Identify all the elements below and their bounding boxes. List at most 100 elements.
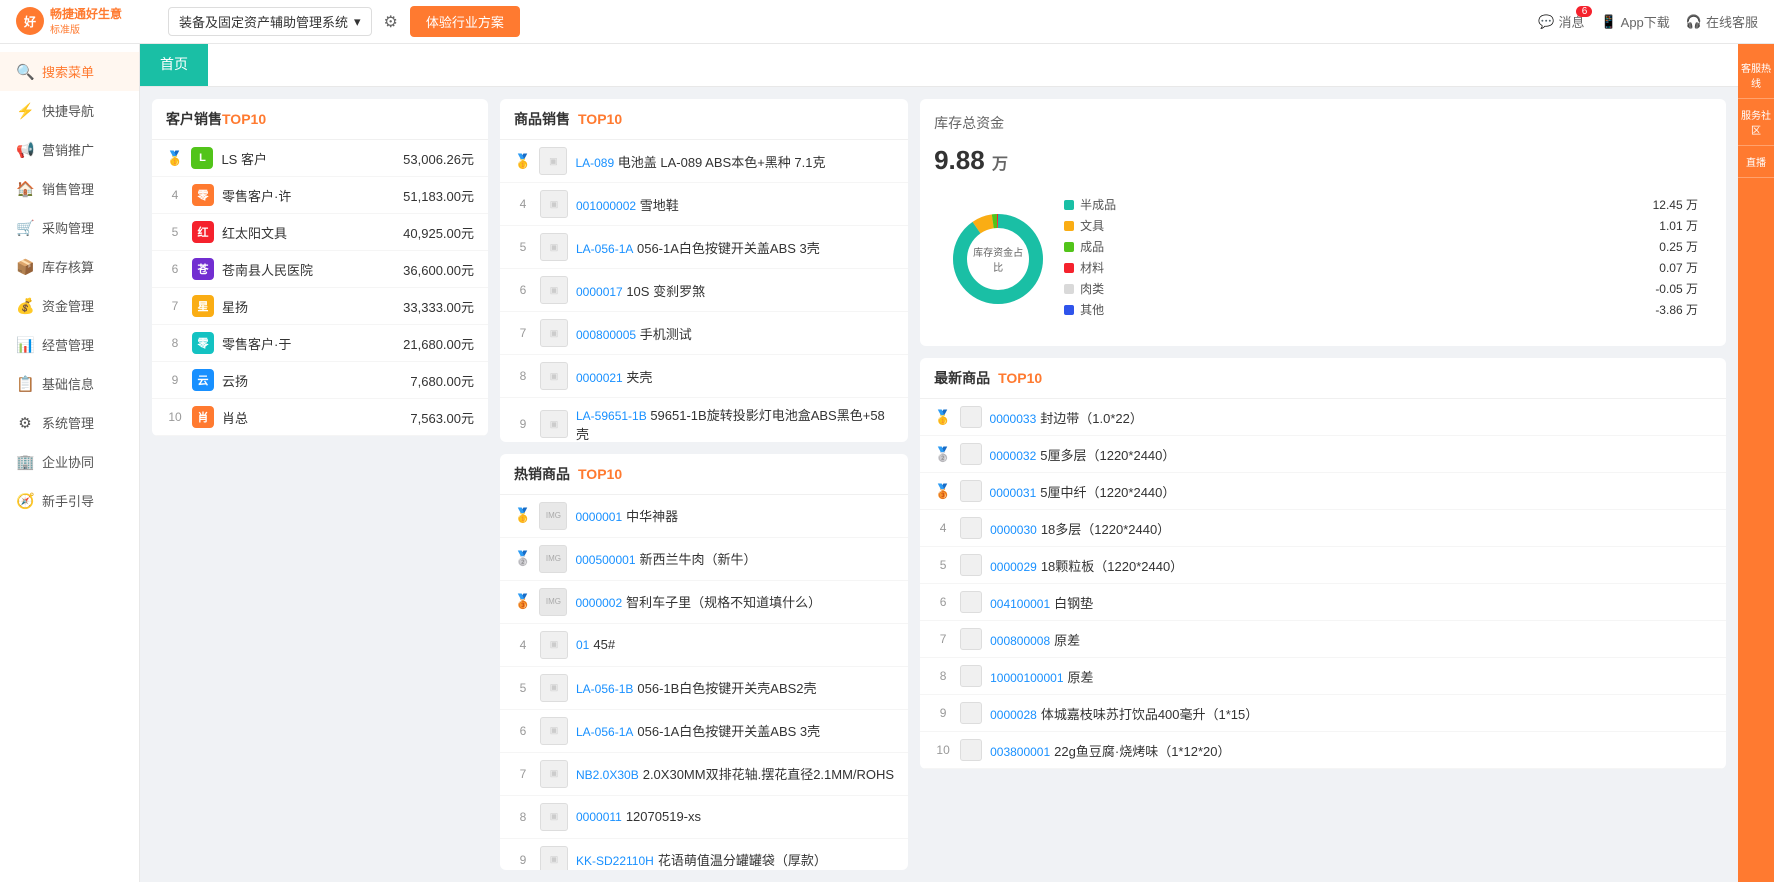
sidebar-label-6: 资金管理 (42, 296, 94, 315)
system-selector[interactable]: 装备及固定资产辅助管理系统 ▾ (168, 7, 372, 36)
new-product-item: 4000003018多层（1220*2440） (920, 510, 1726, 547)
new-product-img (960, 591, 982, 613)
rank-avatar: 肖 (192, 406, 214, 428)
sidebar-item-营销推广[interactable]: 📢 营销推广 (0, 130, 139, 169)
hot-products-header: 热销商品TOP10 (500, 454, 908, 495)
product-sales-item: 5▣LA-056-1A 056-1A白色按键开关盖ABS 3壳 (500, 226, 908, 269)
product-img: ▣ (540, 190, 568, 218)
rank-avatar: 云 (192, 369, 214, 391)
hot-product-item: 🥉IMG0000002智利车子里（规格不知道填什么） (500, 581, 908, 624)
panel-right: 库存总资金 9.88 万 (908, 87, 1738, 882)
sidebar: 🔍搜索菜单⚡快捷导航 📢 营销推广 🏠销售管理🛒采购管理📦库存核算💰资金管理📊经营管理… (0, 44, 140, 882)
top-bar: 好 畅捷通好生意 标准版 装备及固定资产辅助管理系统 ▾ ⚙ 体验行业方案 💬 … (0, 0, 1774, 44)
donut-center-label: 库存资金占比 (973, 244, 1023, 274)
sidebar-item-销售管理[interactable]: 🏠销售管理 (0, 169, 139, 208)
main-content: 客户销售TOP10 🥇LLS 客户53,006.26元4零零售客户·许51,18… (140, 87, 1738, 882)
tab-home[interactable]: 首页 (140, 44, 208, 86)
inventory-legend: 半成品12.45 万文具1.01 万成品0.25 万材料0.07 万肉类-0.0… (1064, 196, 1698, 322)
app-download-label: App下载 (1621, 12, 1670, 31)
sidebar-item-企业协同[interactable]: 🏢企业协同 (0, 442, 139, 481)
new-product-img (960, 702, 982, 724)
rank-num: 4 (166, 188, 184, 202)
inventory-card: 库存总资金 9.88 万 (920, 99, 1726, 346)
logo-text-block: 畅捷通好生意 标准版 (50, 7, 122, 36)
hot-product-img-placeholder: ▣ (540, 803, 568, 831)
rank-item: 9云云扬7,680.00元 (152, 362, 488, 399)
sidebar-label-11: 新手引导 (42, 491, 94, 510)
logo-sub: 标准版 (50, 21, 122, 36)
hot-product-item: 8▣000001112070519-xs (500, 796, 908, 839)
rank-avatar: 零 (192, 184, 214, 206)
right-sidebar-服务社区[interactable]: 服务社区 (1738, 99, 1774, 146)
panel-left: 客户销售TOP10 🥇LLS 客户53,006.26元4零零售客户·许51,18… (140, 87, 500, 882)
rank-num: 6 (166, 262, 184, 276)
sidebar-icon-7: 📊 (16, 336, 34, 354)
product-sales-item: 4▣001000002 雪地鞋 (500, 183, 908, 226)
product-img: ▣ (540, 362, 568, 390)
rank-medal: 🥇 (166, 150, 183, 167)
rank-amount: 51,183.00元 (403, 186, 474, 205)
rank-item: 8零零售客户·于21,680.00元 (152, 325, 488, 362)
top-customers-title: 客户销售TOP10 (166, 109, 266, 129)
sidebar-item-经营管理[interactable]: 📊经营管理 (0, 325, 139, 364)
messages-item[interactable]: 💬 消息 6 (1538, 12, 1584, 31)
rank-avatar: 零 (192, 332, 214, 354)
sidebar-label-2: 营销推广 (42, 140, 94, 159)
legend-label: 其他 (1080, 301, 1649, 318)
new-product-img (960, 517, 982, 539)
rank-amount: 53,006.26元 (403, 149, 474, 168)
legend-value: 0.25 万 (1659, 238, 1698, 255)
sidebar-label-1: 快捷导航 (42, 101, 94, 120)
sidebar-item-资金管理[interactable]: 💰资金管理 (0, 286, 139, 325)
sidebar-item-搜索菜单[interactable]: 🔍搜索菜单 (0, 52, 139, 91)
hot-products-list: 🥇IMG0000001中华神器🥈IMG000500001新西兰牛肉（新牛）🥉IM… (500, 495, 908, 870)
gear-icon[interactable]: ⚙ (384, 12, 398, 32)
rank-amount: 7,680.00元 (410, 371, 474, 390)
legend-item: 文具1.01 万 (1064, 217, 1698, 234)
sidebar-item-系统管理[interactable]: ⚙系统管理 (0, 403, 139, 442)
hot-product-img-placeholder: ▣ (540, 674, 568, 702)
sidebar-icon-2: 📢 (16, 141, 34, 159)
new-product-item: 5000002918颗粒板（1220*2440） (920, 547, 1726, 584)
hot-products-card: 热销商品TOP10 🥇IMG0000001中华神器🥈IMG000500001新西… (500, 454, 908, 870)
sidebar-label-4: 采购管理 (42, 218, 94, 237)
new-product-img (960, 406, 982, 428)
hot-product-img-placeholder: ▣ (540, 760, 568, 788)
app-download-item[interactable]: 📱 App下载 (1600, 12, 1669, 31)
product-sales-item: 9▣LA-59651-1B 59651-1B旋转投影灯电池盒ABS黑色+58壳 (500, 398, 908, 442)
sidebar-item-快捷导航[interactable]: ⚡快捷导航 (0, 91, 139, 130)
new-product-item: 🥇0000033封边带（1.0*22） (920, 399, 1726, 436)
rank-avatar: 苍 (192, 258, 214, 280)
right-sidebar: 客服热线服务社区直播 (1738, 44, 1774, 882)
new-product-img (960, 665, 982, 687)
legend-label: 肉类 (1080, 280, 1649, 297)
rank-amount: 33,333.00元 (403, 297, 474, 316)
product-sales-item: 7▣000800005 手机测试 (500, 312, 908, 355)
legend-dot (1064, 200, 1074, 210)
sidebar-item-基础信息[interactable]: 📋基础信息 (0, 364, 139, 403)
product-sales-item: 8▣0000021 夹壳 (500, 355, 908, 398)
logo-text: 畅捷通好生意 (50, 7, 122, 21)
panel-center: 商品销售TOP10 🥇▣LA-089 电池盖 LA-089 ABS本色+黑种 7… (500, 87, 908, 882)
trial-button[interactable]: 体验行业方案 (410, 6, 520, 37)
sidebar-icon-9: ⚙ (16, 414, 34, 432)
rank-num: 8 (166, 336, 184, 350)
product-sales-item: 6▣0000017 10S 变刹罗煞 (500, 269, 908, 312)
new-product-item: 1000380000122g鱼豆腐·烧烤味（1*12*20） (920, 732, 1726, 769)
legend-value: 12.45 万 (1653, 196, 1698, 213)
online-service-item[interactable]: 🎧 在线客服 (1686, 12, 1758, 31)
legend-item: 材料0.07 万 (1064, 259, 1698, 276)
right-sidebar-直播[interactable]: 直播 (1738, 146, 1774, 178)
hot-product-item: 🥇IMG0000001中华神器 (500, 495, 908, 538)
new-product-img (960, 554, 982, 576)
hot-product-item: 5▣LA-056-1B056-1B白色按键开关壳ABS2壳 (500, 667, 908, 710)
sidebar-item-库存核算[interactable]: 📦库存核算 (0, 247, 139, 286)
sidebar-item-新手引导[interactable]: 🧭新手引导 (0, 481, 139, 520)
sidebar-item-采购管理[interactable]: 🛒采购管理 (0, 208, 139, 247)
product-sales-list: 🥇▣LA-089 电池盖 LA-089 ABS本色+黑种 7.1克4▣00100… (500, 140, 908, 442)
rank-num: 9 (166, 373, 184, 387)
rank-num: 5 (166, 225, 184, 239)
rank-amount: 7,563.00元 (410, 408, 474, 427)
right-sidebar-客服热线[interactable]: 客服热线 (1738, 52, 1774, 99)
rank-name: 零售客户·许 (222, 186, 395, 205)
